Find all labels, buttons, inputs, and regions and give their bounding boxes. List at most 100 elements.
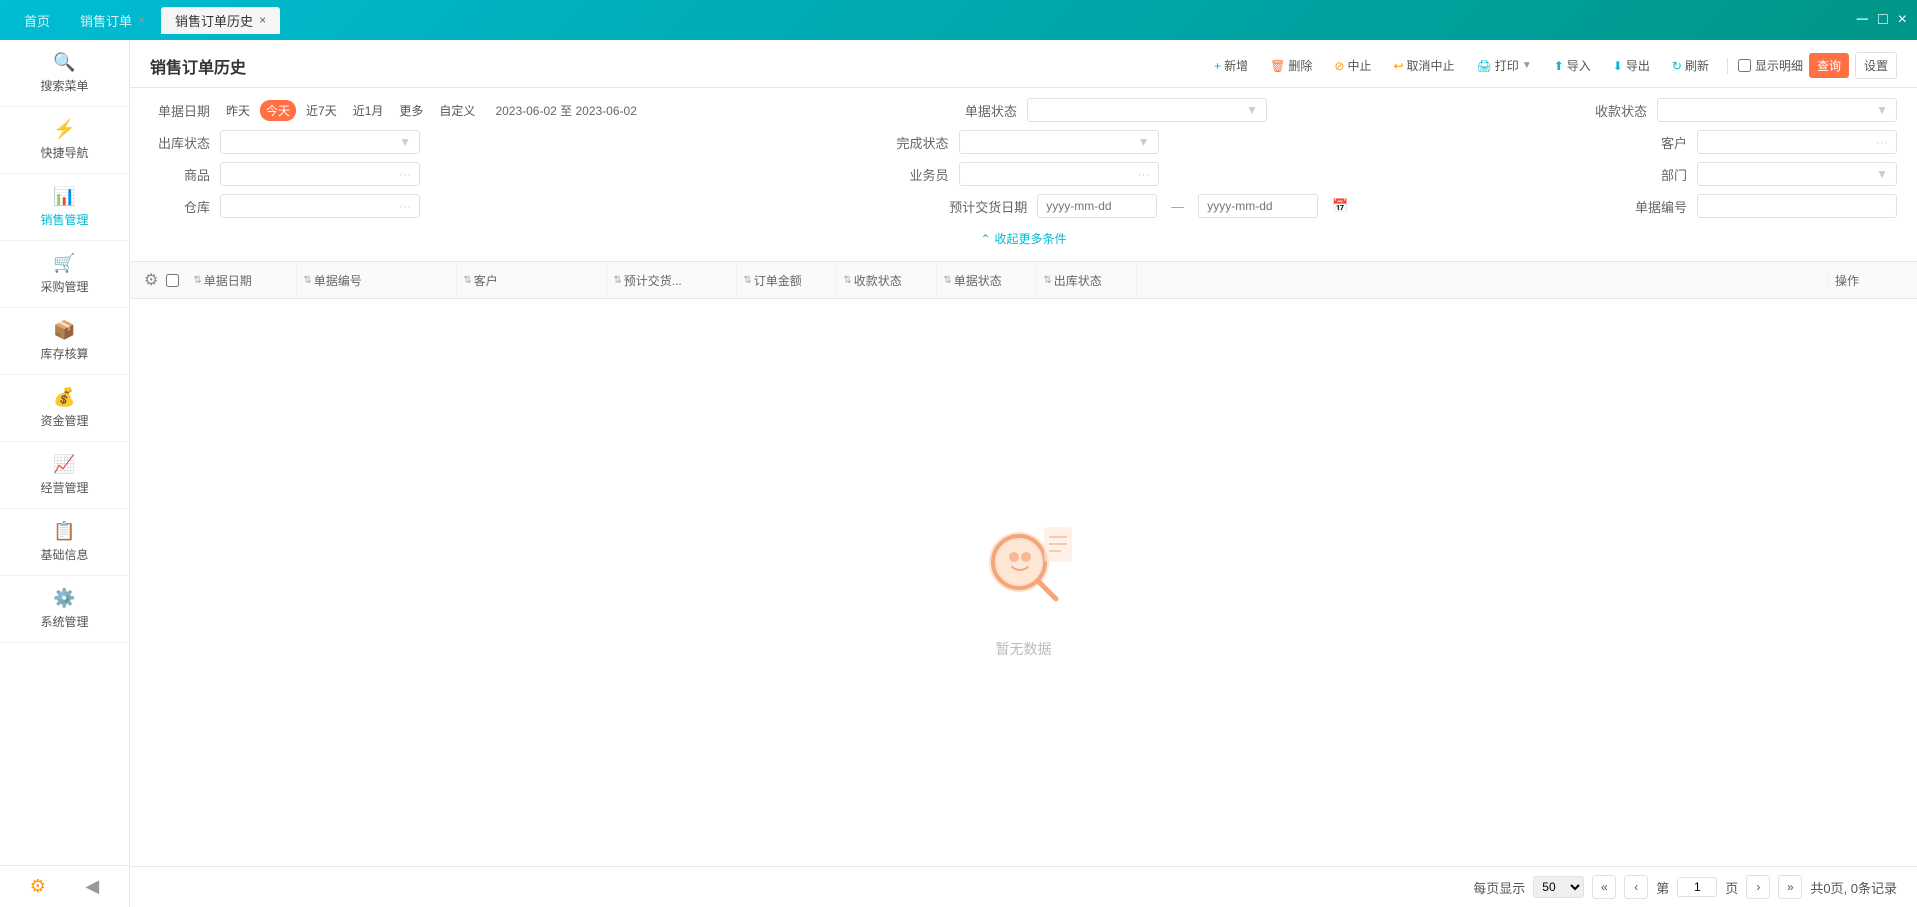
salesperson-select[interactable]: ··· <box>959 162 1159 186</box>
page-size-select[interactable]: 50 10 20 100 <box>1533 876 1584 898</box>
close-button[interactable]: × <box>1898 11 1907 29</box>
col-bill-no-sort-icon[interactable]: ⇅ <box>303 275 311 286</box>
dept-dropdown-icon: ▼ <box>1876 167 1888 181</box>
sidebar-item-inventory-calc[interactable]: 📦 库存核算 <box>0 308 129 375</box>
col-receipt-status-label: 收款状态 <box>854 272 902 289</box>
tab-sales-order-label: 销售订单 <box>80 11 132 30</box>
bill-no-input[interactable] <box>1697 194 1897 218</box>
maximize-button[interactable]: □ <box>1878 11 1888 29</box>
sidebar-item-search-menu[interactable]: 🔍 搜索菜单 <box>0 40 129 107</box>
shortcut-today[interactable]: 今天 <box>260 100 296 121</box>
sidebar-settings-icon[interactable]: ⚙ <box>30 876 46 897</box>
col-bill-no: ⇅ 单据编号 <box>297 264 457 297</box>
last-page-button[interactable]: » <box>1778 875 1802 899</box>
col-expected-delivery-sort-icon[interactable]: ⇅ <box>613 275 621 286</box>
page-label-prefix: 第 <box>1656 878 1669 897</box>
add-icon: + <box>1214 59 1221 73</box>
next-page-button[interactable]: › <box>1746 875 1770 899</box>
minimize-button[interactable]: ─ <box>1857 11 1868 29</box>
cancel-stop-label: 取消中止 <box>1407 57 1455 74</box>
shortcut-more[interactable]: 更多 <box>393 100 429 121</box>
sidebar-item-ops-mgmt[interactable]: 📈 经营管理 <box>0 442 129 509</box>
sidebar-item-fund-mgmt[interactable]: 💰 资金管理 <box>0 375 129 442</box>
tab-home[interactable]: 首页 <box>10 7 64 34</box>
sidebar-item-purchase-mgmt-label: 采购管理 <box>40 278 88 295</box>
shortcut-custom[interactable]: 自定义 <box>433 100 481 121</box>
shortcut-1month[interactable]: 近1月 <box>347 100 390 121</box>
table-header-row: ⚙ ⇅ 单据日期 ⇅ 单据编号 ⇅ 客户 <box>130 262 1917 299</box>
complete-status-select[interactable]: ▼ <box>959 130 1159 154</box>
sidebar-item-inventory-calc-label: 库存核算 <box>40 345 88 362</box>
filter-area: 单据日期 昨天 今天 近7天 近1月 更多 自定义 2023-06-02 至 2… <box>130 88 1917 262</box>
bill-status-select[interactable]: ▼ <box>1027 98 1267 122</box>
first-page-button[interactable]: « <box>1592 875 1616 899</box>
purchase-mgmt-icon: 🛒 <box>53 253 75 274</box>
query-button[interactable]: 查询 <box>1809 53 1849 78</box>
filter-row-2: 出库状态 ▼ 完成状态 ▼ 客户 ··· <box>150 130 1897 154</box>
tab-sales-order-history-close[interactable]: × <box>259 13 266 27</box>
add-button[interactable]: + 新增 <box>1206 53 1256 78</box>
import-button[interactable]: ⬆ 导入 <box>1546 53 1599 78</box>
shortcut-7days[interactable]: 近7天 <box>300 100 343 121</box>
filter-row-1: 单据日期 昨天 今天 近7天 近1月 更多 自定义 2023-06-02 至 2… <box>150 98 1897 122</box>
shortcut-yesterday[interactable]: 昨天 <box>220 100 256 121</box>
page-number-input[interactable] <box>1677 877 1717 897</box>
col-bill-status-label: 单据状态 <box>954 272 1002 289</box>
sidebar-item-sys-mgmt[interactable]: ⚙️ 系统管理 <box>0 576 129 643</box>
col-customer-sort-icon[interactable]: ⇅ <box>463 275 471 286</box>
tab-sales-order-history-label: 销售订单历史 <box>175 11 253 30</box>
sidebar-item-quick-nav[interactable]: ⚡ 快捷导航 <box>0 107 129 174</box>
refresh-button[interactable]: ↻ 刷新 <box>1664 53 1717 78</box>
receipt-status-label: 收款状态 <box>1587 101 1647 120</box>
warehouse-select[interactable]: ··· <box>220 194 420 218</box>
sidebar-collapse-icon[interactable]: ◀ <box>85 876 99 897</box>
col-receipt-status-sort-icon[interactable]: ⇅ <box>843 275 851 286</box>
table-settings-icon[interactable]: ⚙ <box>138 262 164 298</box>
window-controls: ─ □ × <box>1857 11 1907 29</box>
expected-date-to[interactable] <box>1198 194 1318 218</box>
stop-button[interactable]: ⊘ 中止 <box>1326 53 1379 78</box>
calendar-icon-from[interactable]: 📅 <box>1332 198 1348 214</box>
tab-sales-order-history[interactable]: 销售订单历史 × <box>161 7 280 34</box>
warehouse-label: 仓库 <box>150 197 210 216</box>
delivery-status-select[interactable]: ▼ <box>220 130 420 154</box>
empty-text: 暂无数据 <box>996 639 1052 659</box>
refresh-icon: ↻ <box>1672 59 1682 73</box>
sidebar-item-purchase-mgmt[interactable]: 🛒 采购管理 <box>0 241 129 308</box>
col-delivery-status-sort-icon[interactable]: ⇅ <box>1043 275 1051 286</box>
goods-select[interactable]: ··· <box>220 162 420 186</box>
dept-select[interactable]: ▼ <box>1697 162 1897 186</box>
print-button[interactable]: 🖨 打印 ▼ <box>1469 53 1540 78</box>
sort-icon[interactable]: ⇅ <box>193 275 201 286</box>
tab-sales-order-close[interactable]: × <box>138 13 145 27</box>
goods-dots: ··· <box>399 167 411 181</box>
warehouse-dots: ··· <box>399 199 411 213</box>
select-all-checkbox[interactable] <box>166 274 179 287</box>
customer-select[interactable]: ··· <box>1697 130 1897 154</box>
sidebar-item-fund-mgmt-label: 资金管理 <box>40 412 88 429</box>
stop-icon: ⊘ <box>1334 59 1344 73</box>
prev-page-button[interactable]: ‹ <box>1624 875 1648 899</box>
expected-date-from[interactable] <box>1037 194 1157 218</box>
delete-button[interactable]: 🗑 删除 <box>1262 53 1320 78</box>
collapse-filter-button[interactable]: ⌃ 收起更多条件 <box>976 226 1070 251</box>
display-toggle-checkbox[interactable] <box>1738 59 1751 72</box>
export-button[interactable]: ⬇ 导出 <box>1605 53 1658 78</box>
cancel-stop-button[interactable]: ↩ 取消中止 <box>1385 53 1462 78</box>
bill-status-label: 单据状态 <box>957 101 1017 120</box>
collapse-up-icon: ⌃ <box>980 232 990 246</box>
col-expected-delivery: ⇅ 预计交货... <box>607 264 737 297</box>
tab-sales-order[interactable]: 销售订单 × <box>66 7 159 34</box>
sidebar-item-sales-mgmt[interactable]: 📊 销售管理 <box>0 174 129 241</box>
display-toggle[interactable]: 显示明细 <box>1738 57 1803 74</box>
col-order-amount-sort-icon[interactable]: ⇅ <box>743 275 751 286</box>
settings-button[interactable]: 设置 <box>1855 52 1897 79</box>
col-bill-status-sort-icon[interactable]: ⇅ <box>943 275 951 286</box>
query-label: 查询 <box>1817 57 1841 74</box>
main-layout: 🔍 搜索菜单 ⚡ 快捷导航 📊 销售管理 🛒 采购管理 📦 库存核算 💰 资金管… <box>0 40 1917 907</box>
sales-mgmt-icon: 📊 <box>53 186 75 207</box>
col-order-amount: ⇅ 订单金额 <box>737 264 837 297</box>
receipt-status-select[interactable]: ▼ <box>1657 98 1897 122</box>
tab-home-label: 首页 <box>24 11 50 30</box>
sidebar-item-base-info[interactable]: 📋 基础信息 <box>0 509 129 576</box>
